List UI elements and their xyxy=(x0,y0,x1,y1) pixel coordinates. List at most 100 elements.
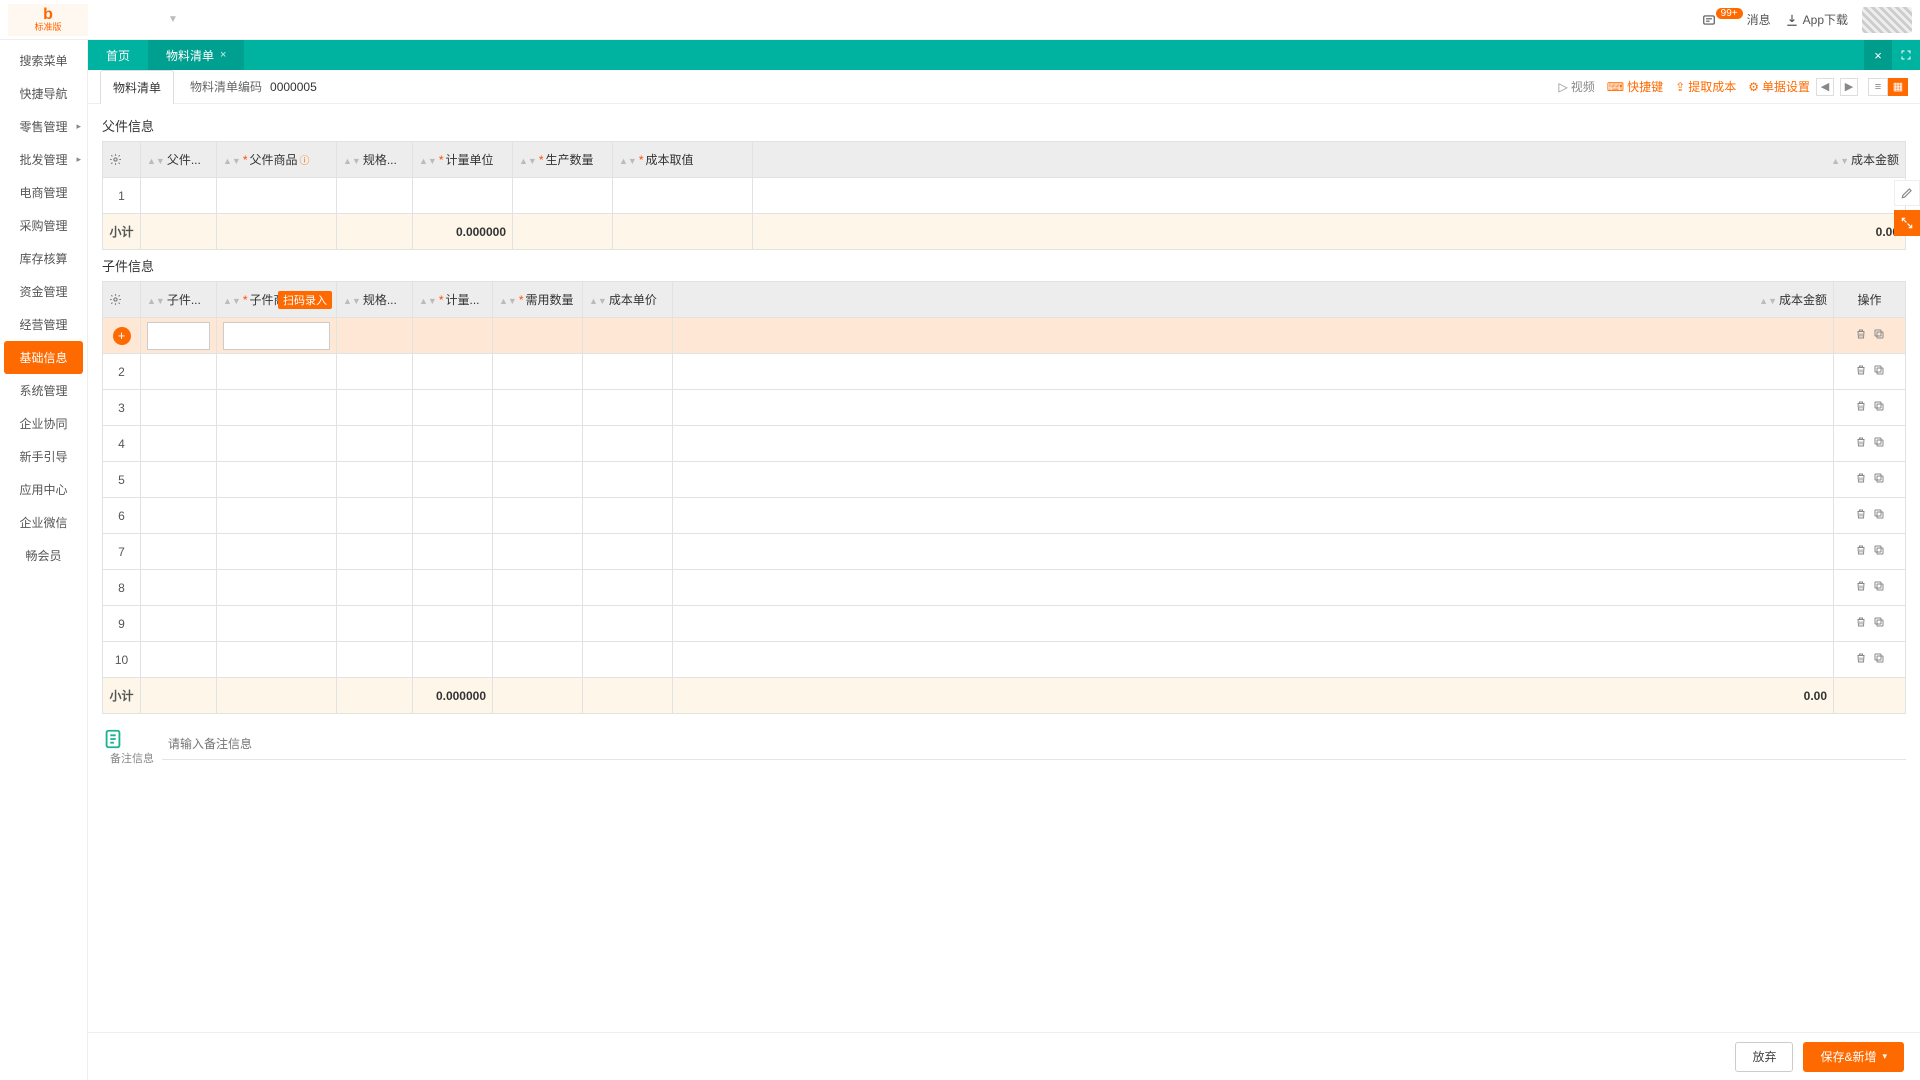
col-parent-uom[interactable]: ▲▼*计量单位 xyxy=(413,142,513,178)
delete-row-icon[interactable] xyxy=(1855,616,1867,628)
table-row[interactable]: 10 xyxy=(103,642,1906,678)
col-child-uom[interactable]: ▲▼*计量... xyxy=(413,282,493,318)
messages-link[interactable]: 99+ 消息 xyxy=(1702,11,1771,28)
discard-button[interactable]: 放弃 xyxy=(1735,1042,1793,1072)
delete-row-icon[interactable] xyxy=(1855,544,1867,556)
sidebar-item[interactable]: 基础信息 xyxy=(4,341,83,374)
delete-row-icon[interactable] xyxy=(1855,652,1867,664)
table-row[interactable]: + xyxy=(103,318,1906,354)
col-child-product[interactable]: ▲▼*子件商扫码录入 xyxy=(217,282,337,318)
col-parent-qty[interactable]: ▲▼*生产数量 xyxy=(513,142,613,178)
table-row[interactable]: 9 xyxy=(103,606,1906,642)
table-row[interactable]: 5 xyxy=(103,462,1906,498)
save-new-button[interactable]: 保存&新增▾ xyxy=(1803,1042,1904,1072)
col-child-needqty[interactable]: ▲▼*需用数量 xyxy=(493,282,583,318)
tab-bom[interactable]: 物料清单 × xyxy=(148,40,244,70)
col-parent-code[interactable]: ▲▼父件... xyxy=(141,142,217,178)
sort-icon: ▲▼ xyxy=(619,158,637,164)
content: 父件信息 ▲▼父件... ▲▼*父件商品ⓘ ▲▼规格... ▲▼*计量单位 ▲▼… xyxy=(88,104,1920,1032)
copy-row-icon[interactable] xyxy=(1873,436,1885,448)
col-child-unitcost-label: 成本单价 xyxy=(609,293,657,307)
delete-row-icon[interactable] xyxy=(1855,400,1867,412)
sidebar-item[interactable]: 资金管理 xyxy=(0,275,87,308)
table-row[interactable]: 8 xyxy=(103,570,1906,606)
table-row[interactable]: 6 xyxy=(103,498,1906,534)
sidebar-item[interactable]: 快捷导航 xyxy=(0,77,87,110)
delete-row-icon[interactable] xyxy=(1855,436,1867,448)
copy-row-icon[interactable] xyxy=(1873,472,1885,484)
subtab-bom[interactable]: 物料清单 xyxy=(100,70,174,104)
gear-icon xyxy=(109,293,122,306)
avatar[interactable] xyxy=(1862,7,1912,33)
copy-row-icon[interactable] xyxy=(1873,364,1885,376)
scan-input-tag[interactable]: 扫码录入 xyxy=(278,291,332,309)
sidebar-item[interactable]: 电商管理 xyxy=(0,176,87,209)
copy-row-icon[interactable] xyxy=(1873,580,1885,592)
app-download-link[interactable]: App下载 xyxy=(1785,11,1848,28)
delete-row-icon[interactable] xyxy=(1855,364,1867,376)
delete-row-icon[interactable] xyxy=(1855,328,1867,340)
copy-row-icon[interactable] xyxy=(1873,400,1885,412)
table-row[interactable]: 7 xyxy=(103,534,1906,570)
table-row[interactable]: 2 xyxy=(103,354,1906,390)
child-product-input[interactable] xyxy=(223,322,330,350)
table-row[interactable]: 1 xyxy=(103,178,1906,214)
sidebar-item[interactable]: 系统管理 xyxy=(0,374,87,407)
col-child-unitcost[interactable]: ▲▼成本单价 xyxy=(583,282,673,318)
copy-row-icon[interactable] xyxy=(1873,544,1885,556)
col-parent-costsrc[interactable]: ▲▼*成本取值 xyxy=(613,142,753,178)
row-number: 6 xyxy=(103,498,141,534)
copy-row-icon[interactable] xyxy=(1873,616,1885,628)
copy-row-icon[interactable] xyxy=(1873,652,1885,664)
delete-row-icon[interactable] xyxy=(1855,472,1867,484)
action-shortcut[interactable]: ⌨快捷键 xyxy=(1607,78,1663,95)
nav-next[interactable]: ▶ xyxy=(1840,78,1858,96)
action-video[interactable]: ▷视频 xyxy=(1559,78,1595,95)
sidebar-item[interactable]: 库存核算 xyxy=(0,242,87,275)
delete-row-icon[interactable] xyxy=(1855,580,1867,592)
remark-input[interactable] xyxy=(162,728,1906,760)
sidebar-item[interactable]: 经营管理 xyxy=(0,308,87,341)
col-child-spec[interactable]: ▲▼规格... xyxy=(337,282,413,318)
help-icon[interactable]: ⓘ xyxy=(300,156,310,167)
sidebar-item[interactable]: 应用中心 xyxy=(0,473,87,506)
tab-home[interactable]: 首页 xyxy=(88,40,148,70)
col-child-costamt[interactable]: ▲▼成本金额 xyxy=(673,282,1834,318)
copy-row-icon[interactable] xyxy=(1873,328,1885,340)
sidebar-item[interactable]: 企业微信 xyxy=(0,506,87,539)
col-parent-spec[interactable]: ▲▼规格... xyxy=(337,142,413,178)
close-icon[interactable]: × xyxy=(220,49,226,61)
sidebar-item[interactable]: 新手引导 xyxy=(0,440,87,473)
sidebar-item[interactable]: 零售管理▸ xyxy=(0,110,87,143)
child-info-title: 子件信息 xyxy=(102,256,1906,275)
org-selector[interactable]: ▼ xyxy=(108,14,178,25)
delete-row-icon[interactable] xyxy=(1855,508,1867,520)
sort-icon: ▲▼ xyxy=(343,298,361,304)
copy-row-icon[interactable] xyxy=(1873,508,1885,520)
table-row[interactable]: 3 xyxy=(103,390,1906,426)
child-code-input[interactable] xyxy=(147,322,210,350)
view-list[interactable]: ≡ xyxy=(1868,78,1888,96)
save-new-label: 保存&新增 xyxy=(1820,1048,1876,1065)
nav-prev[interactable]: ◀ xyxy=(1816,78,1834,96)
fullscreen-icon[interactable] xyxy=(1892,40,1920,70)
table-row[interactable]: 4 xyxy=(103,426,1906,462)
rail-expand[interactable] xyxy=(1894,210,1920,236)
tab-close-all[interactable]: × xyxy=(1864,40,1892,70)
action-doc-setting[interactable]: ⚙单据设置 xyxy=(1748,78,1810,95)
view-detail[interactable]: ▦ xyxy=(1888,78,1908,96)
col-parent-product[interactable]: ▲▼*父件商品ⓘ xyxy=(217,142,337,178)
sidebar-item[interactable]: 搜索菜单 xyxy=(0,44,87,77)
sidebar-item[interactable]: 企业协同 xyxy=(0,407,87,440)
col-child-code[interactable]: ▲▼子件... xyxy=(141,282,217,318)
col-settings[interactable] xyxy=(103,142,141,178)
sidebar-item[interactable]: 采购管理 xyxy=(0,209,87,242)
col-parent-costamt[interactable]: ▲▼成本金额 xyxy=(753,142,1906,178)
remark-row: 备注信息 xyxy=(102,728,1906,766)
sidebar-item[interactable]: 批发管理▸ xyxy=(0,143,87,176)
rail-edit[interactable] xyxy=(1894,180,1920,206)
col-settings[interactable] xyxy=(103,282,141,318)
action-extract-cost[interactable]: ⇪提取成本 xyxy=(1675,78,1736,95)
sidebar-item[interactable]: 畅会员 xyxy=(0,539,87,572)
add-row-button[interactable]: + xyxy=(113,327,131,345)
